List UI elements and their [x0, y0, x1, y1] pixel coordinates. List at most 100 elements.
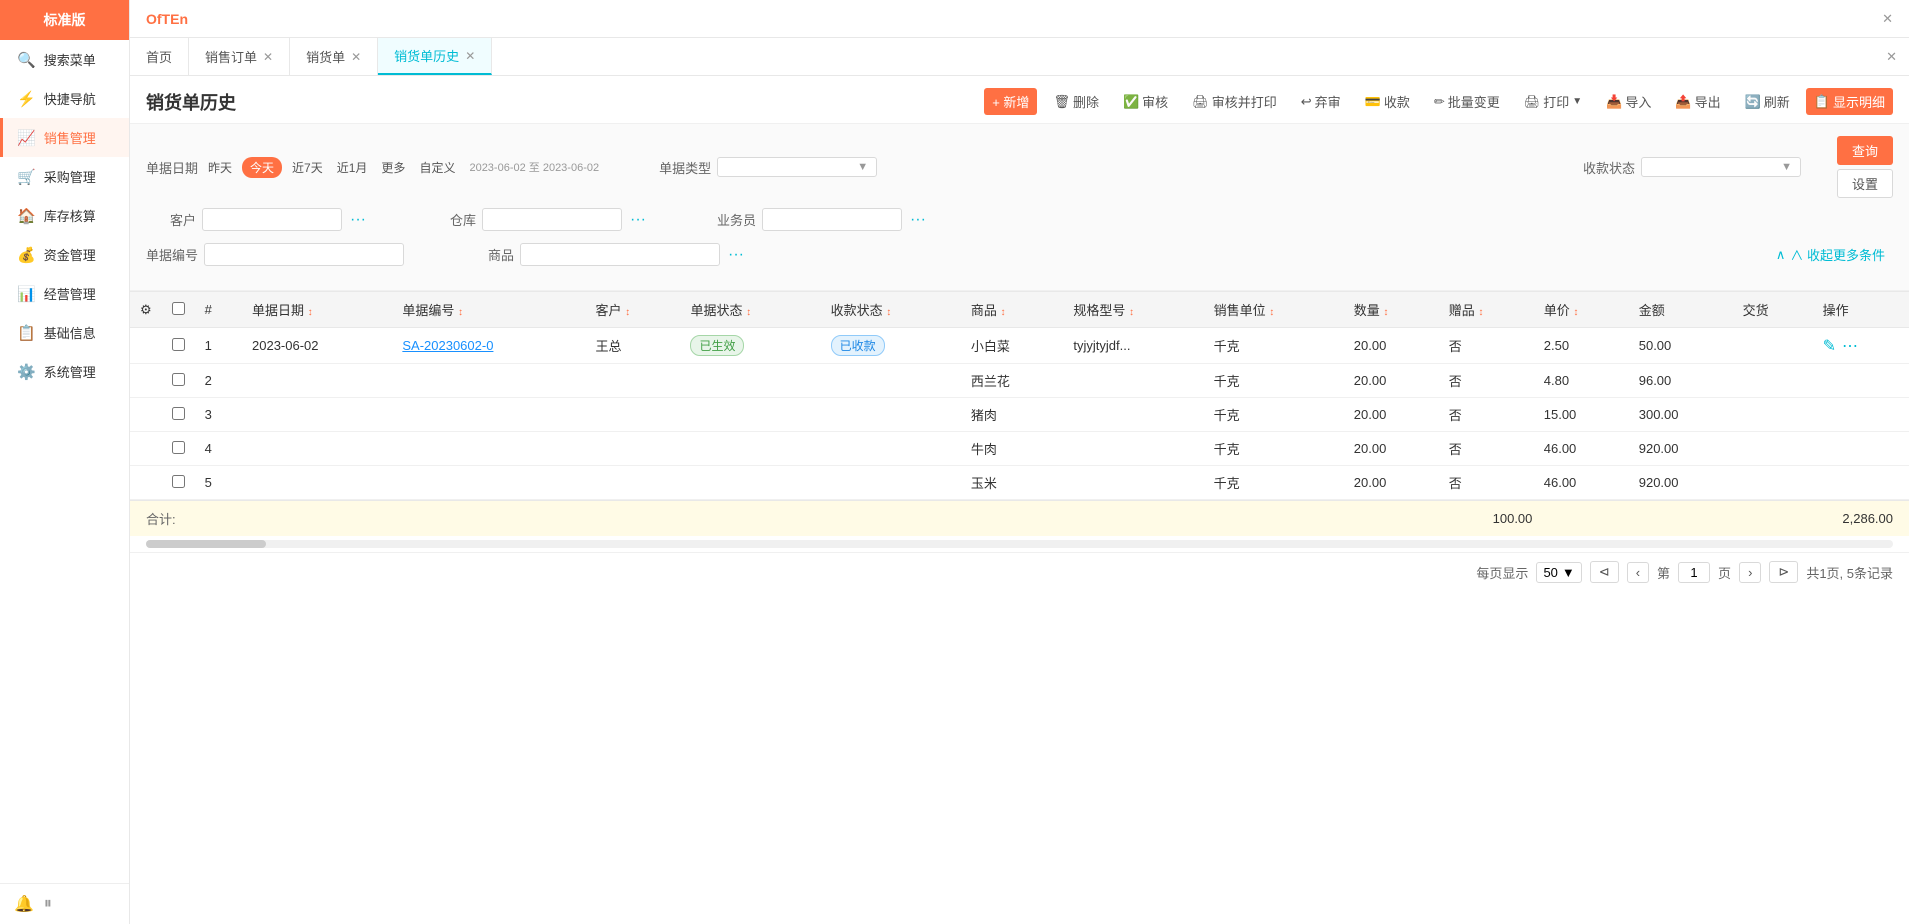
tab-sales-history[interactable]: 销货单历史 ✕ [378, 38, 492, 75]
tab-close-all[interactable]: ✕ [1874, 49, 1909, 65]
spec-cell [1063, 398, 1203, 432]
col-doc-date[interactable]: 单据日期 ↕ [242, 292, 392, 328]
row-checkbox[interactable] [172, 475, 185, 488]
tab-sales-order-close[interactable]: ✕ [263, 50, 273, 64]
shortcut-1month[interactable]: 近1月 [333, 157, 372, 178]
set-button[interactable]: 设置 [1837, 169, 1893, 198]
next-page-btn[interactable]: › [1739, 562, 1761, 583]
staff-select-dots[interactable]: ··· [910, 211, 926, 229]
row-checkbox[interactable] [172, 441, 185, 454]
transaction-cell [1733, 364, 1813, 398]
pause-icon[interactable]: ⏸ [44, 895, 52, 913]
query-button[interactable]: 查询 [1837, 136, 1893, 165]
shortcut-more[interactable]: 更多 [377, 157, 409, 178]
payment-status-select[interactable]: ▼ [1641, 157, 1801, 177]
page-number-input[interactable] [1678, 562, 1710, 583]
col-doc-status[interactable]: 单据状态 ↕ [680, 292, 820, 328]
checkbox-cell[interactable] [162, 398, 195, 432]
doc-no-cell[interactable]: SA-20230602-0 [392, 328, 585, 364]
table-scrollbar-thumb[interactable] [146, 540, 266, 548]
col-unit-price[interactable]: 单价 ↕ [1534, 292, 1629, 328]
warehouse-input[interactable] [482, 208, 622, 231]
select-all-checkbox[interactable] [172, 302, 185, 315]
doc-no-cell[interactable] [392, 432, 585, 466]
doc-no-cell[interactable] [392, 398, 585, 432]
warehouse-select-dots[interactable]: ··· [630, 211, 646, 229]
shortcut-7days[interactable]: 近7天 [288, 157, 327, 178]
col-doc-no[interactable]: 单据编号 ↕ [392, 292, 585, 328]
print-button[interactable]: 🖨 打印 ▼ [1516, 88, 1590, 115]
row-checkbox[interactable] [172, 373, 185, 386]
customer-select-dots[interactable]: ··· [350, 211, 366, 229]
col-spec[interactable]: 规格型号 ↕ [1063, 292, 1203, 328]
new-button[interactable]: + 新增 [984, 88, 1037, 115]
show-detail-button[interactable]: 📋 显示明细 [1806, 88, 1893, 115]
staff-input[interactable] [762, 208, 902, 231]
index-cell: 3 [195, 398, 242, 432]
tab-sales-delivery-close[interactable]: ✕ [351, 50, 361, 64]
table-scrollbar[interactable] [146, 540, 1893, 548]
import-button[interactable]: 📥 导入 [1598, 88, 1659, 115]
collapse-filter-btn[interactable]: ∧ ∧ 收起更多条件 [1768, 241, 1893, 268]
refresh-button[interactable]: 🔄 刷新 [1737, 88, 1798, 115]
row-checkbox[interactable] [172, 338, 185, 351]
checkbox-col-header[interactable] [162, 292, 195, 328]
tab-sales-order[interactable]: 销售订单 ✕ [189, 38, 290, 75]
goods-cell: 小白菜 [961, 328, 1064, 364]
doc-no-link[interactable]: SA-20230602-0 [402, 338, 493, 353]
shortcut-yesterday[interactable]: 昨天 [204, 157, 236, 178]
col-customer[interactable]: 客户 ↕ [585, 292, 680, 328]
receive-button[interactable]: 💳 收款 [1357, 88, 1418, 115]
shortcut-custom[interactable]: 自定义 [415, 157, 459, 178]
last-page-btn[interactable]: ⊳ [1769, 561, 1798, 583]
edit-action-icon[interactable]: ✎ [1823, 336, 1836, 356]
review-print-button[interactable]: 🖨 审核并打印 [1184, 88, 1285, 115]
close-window-btn[interactable]: ✕ [1882, 11, 1893, 27]
col-goods[interactable]: 商品 ↕ [961, 292, 1064, 328]
doc-no-cell[interactable] [392, 364, 585, 398]
doc-no-input[interactable] [204, 243, 404, 266]
sidebar-item-basic[interactable]: 📋 基础信息 [0, 313, 129, 352]
sidebar-item-quick-nav[interactable]: ⚡ 快捷导航 [0, 79, 129, 118]
checkbox-cell[interactable] [162, 466, 195, 500]
col-quantity[interactable]: 数量 ↕ [1344, 292, 1439, 328]
sidebar-item-inventory[interactable]: 🏠 库存核算 [0, 196, 129, 235]
prev-page-btn[interactable]: ‹ [1627, 562, 1649, 583]
delete-button[interactable]: 🗑 删除 [1045, 88, 1107, 115]
col-pay-status[interactable]: 收款状态 ↕ [821, 292, 961, 328]
checkbox-cell[interactable] [162, 364, 195, 398]
first-page-btn[interactable]: ⊲ [1590, 561, 1619, 583]
notification-icon[interactable]: 🔔 [14, 894, 34, 914]
gear-cell [130, 364, 162, 398]
more-action-icon[interactable]: ⋯ [1842, 336, 1858, 356]
doc-no-cell[interactable] [392, 466, 585, 500]
sidebar-item-purchase[interactable]: 🛒 采购管理 [0, 157, 129, 196]
checkbox-cell[interactable] [162, 328, 195, 364]
col-sales-unit[interactable]: 销售单位 ↕ [1204, 292, 1344, 328]
shortcut-today[interactable]: 今天 [242, 157, 282, 178]
customer-input[interactable] [202, 208, 342, 231]
page-size-select[interactable]: 50 ▼ [1536, 562, 1581, 583]
row-checkbox[interactable] [172, 407, 185, 420]
settings-col-header[interactable]: ⚙ [130, 292, 162, 328]
sidebar-item-sales[interactable]: 📈 销售管理 [0, 118, 129, 157]
tab-sales-history-close[interactable]: ✕ [465, 49, 475, 63]
tab-home[interactable]: 首页 [130, 38, 189, 75]
tab-sales-delivery[interactable]: 销货单 ✕ [290, 38, 378, 75]
batch-change-button[interactable]: ✏ 批量变更 [1426, 88, 1508, 115]
goods-select-dots[interactable]: ··· [728, 246, 744, 264]
sales-unit-cell: 千克 [1204, 466, 1344, 500]
tab-home-label: 首页 [146, 47, 172, 66]
abandon-button[interactable]: ↩ 弃审 [1293, 88, 1349, 115]
col-gift[interactable]: 赠品 ↕ [1439, 292, 1534, 328]
goods-input[interactable] [520, 243, 720, 266]
sidebar-item-finance[interactable]: 💰 资金管理 [0, 235, 129, 274]
sidebar-item-system[interactable]: ⚙️ 系统管理 [0, 352, 129, 391]
sidebar-item-search-menu[interactable]: 🔍 搜索菜单 [0, 40, 129, 79]
checkbox-cell[interactable] [162, 432, 195, 466]
sidebar-item-operation[interactable]: 📊 经营管理 [0, 274, 129, 313]
export-button[interactable]: 📤 导出 [1667, 88, 1728, 115]
doc-type-select[interactable]: ▼ [717, 157, 877, 177]
review-button[interactable]: ✅ 审核 [1115, 88, 1176, 115]
col-unit-price-label: 单价 [1544, 303, 1570, 318]
